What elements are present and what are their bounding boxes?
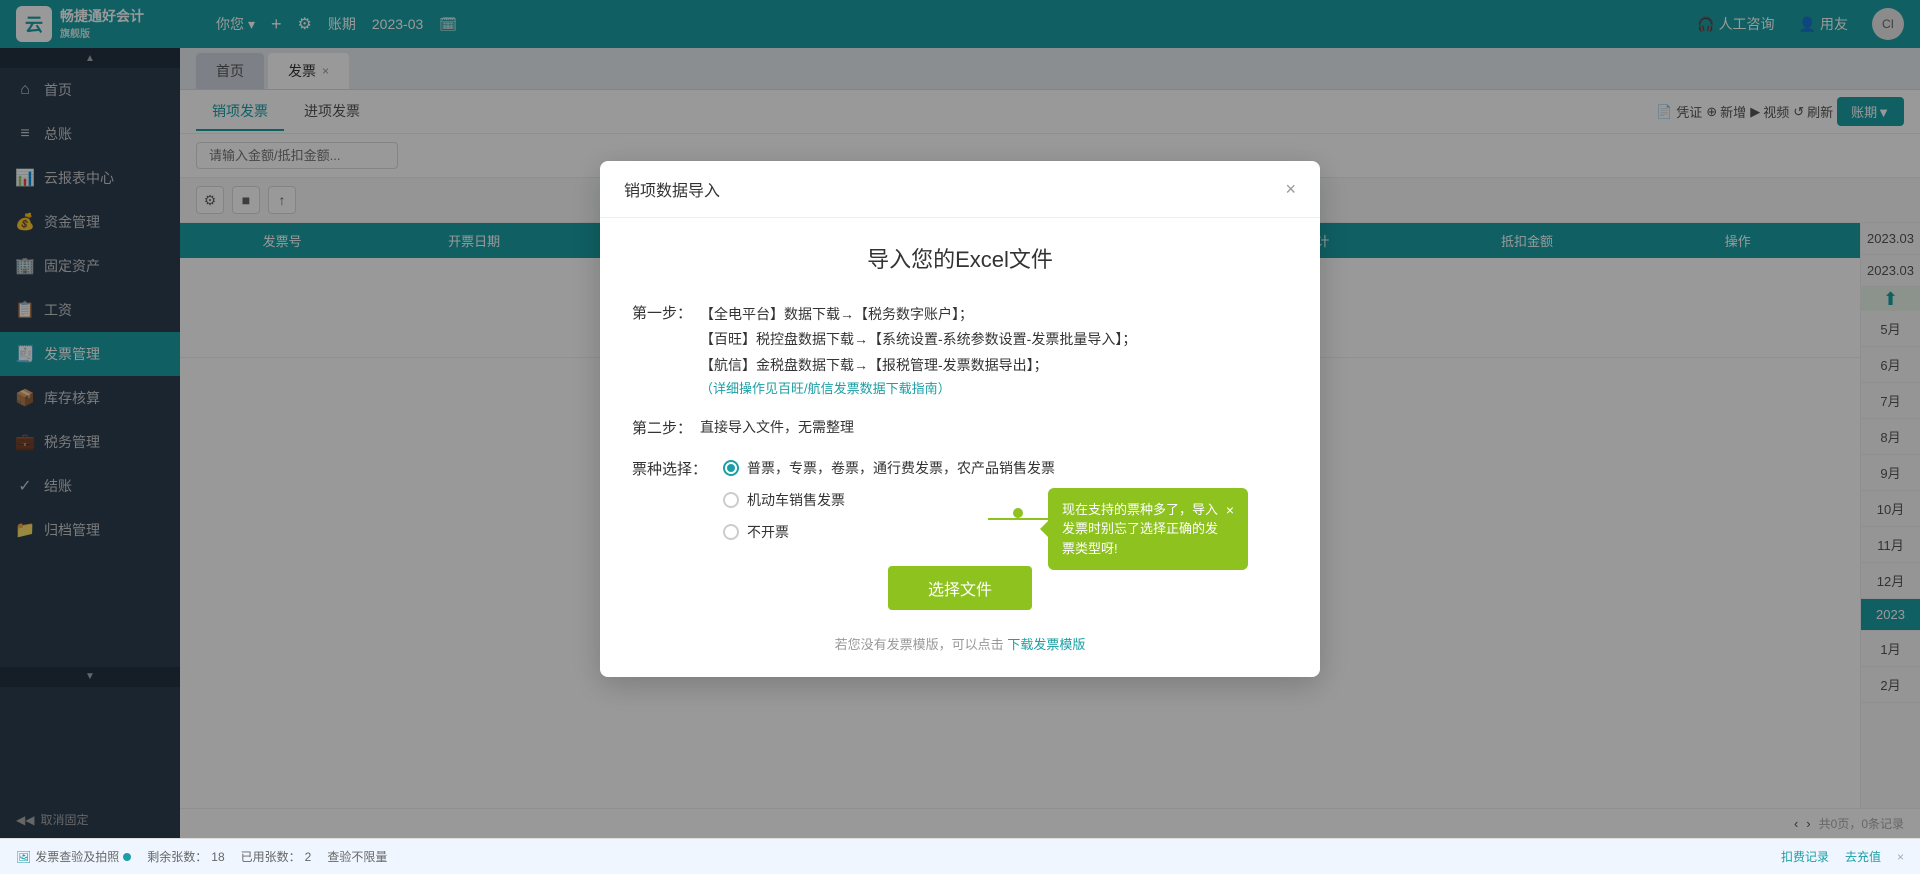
step2-section: 第二步： 直接导入文件，无需整理 [632, 417, 1288, 438]
limit-label: 查验不限量 [327, 848, 387, 865]
modal-close-btn[interactable]: × [1285, 179, 1296, 200]
step2-text: 直接导入文件，无需整理 [700, 417, 854, 437]
radio-normal-label: 普票，专票，卷票，通行费发票，农产品销售发票 [747, 458, 1055, 478]
radio-normal-circle [723, 460, 739, 476]
select-file-btn[interactable]: 选择文件 [888, 566, 1032, 610]
modal-footer: 若您没有发票模版，可以点击 下载发票模版 [632, 634, 1288, 653]
radio-motor-label: 机动车销售发票 [747, 490, 845, 510]
tooltip-line [988, 508, 1048, 520]
modal-main-title: 导入您的Excel文件 [632, 242, 1288, 274]
remaining-value: 18 [211, 850, 224, 864]
download-template-link[interactable]: 下载发票模版 [1007, 637, 1085, 652]
tooltip-dot [1013, 508, 1023, 518]
invoice-check-item: 🖼 发票查验及拍照 [16, 848, 131, 865]
ticket-section: 票种选择： 普票，专票，卷票，通行费发票，农产品销售发票 机动车销售发票 [632, 458, 1288, 542]
step2-label: 第二步： [632, 417, 692, 438]
step1-content: 【全电平台】数据下载→【税务数字账户】； 【百旺】税控盘数据下载→【系统设置-系… [700, 302, 1136, 397]
modal-dialog: 销项数据导入 × 导入您的Excel文件 第一步： 【全电平台】数据下载→【税务… [600, 161, 1320, 677]
limit-item: 查验不限量 [327, 848, 387, 865]
recharge-record-link[interactable]: 扣费记录 [1781, 848, 1829, 865]
radio-none-label: 不开票 [747, 522, 789, 542]
used-item: 已用张数： 2 [241, 848, 312, 865]
step1-line2: 【百旺】税控盘数据下载→【系统设置-系统参数设置-发票批量导入】； [700, 327, 1136, 352]
modal-title: 销项数据导入 [624, 177, 720, 201]
tooltip-bubble: × 现在支持的票种多了，导入发票时别忘了选择正确的发票类型呀! [1048, 488, 1248, 571]
statusbar-close-icon[interactable]: × [1897, 850, 1904, 864]
footer-text: 若您没有发票模版，可以点击 [835, 637, 1004, 652]
step1-section: 第一步： 【全电平台】数据下载→【税务数字账户】； 【百旺】税控盘数据下载→【系… [632, 302, 1288, 397]
used-label: 已用张数： [241, 848, 301, 865]
step1-guide-link[interactable]: （详细操作见百旺/航信发票数据下载指南） [700, 381, 951, 396]
recharge-btn[interactable]: 去充值 [1845, 848, 1881, 865]
modal-overlay[interactable]: 销项数据导入 × 导入您的Excel文件 第一步： 【全电平台】数据下载→【税务… [0, 0, 1920, 838]
tooltip-text: 现在支持的票种多了，导入发票时别忘了选择正确的发票类型呀! [1062, 502, 1218, 556]
invoice-check-icon: 🖼 [16, 850, 31, 864]
modal-body: 导入您的Excel文件 第一步： 【全电平台】数据下载→【税务数字账户】； 【百… [600, 218, 1320, 677]
invoice-check-label: 发票查验及拍照 [35, 848, 119, 865]
radio-none-circle [723, 524, 739, 540]
step1-label: 第一步： [632, 302, 692, 323]
tooltip-close-btn[interactable]: × [1226, 500, 1234, 521]
modal-header: 销项数据导入 × [600, 161, 1320, 218]
step1-line1: 【全电平台】数据下载→【税务数字账户】； [700, 302, 1136, 327]
radio-motor-circle [723, 492, 739, 508]
ticket-label: 票种选择： [632, 458, 707, 479]
used-value: 2 [305, 850, 312, 864]
tooltip-container: × 现在支持的票种多了，导入发票时别忘了选择正确的发票类型呀! [988, 488, 1248, 571]
tooltip-connector [988, 518, 1048, 520]
statusbar: 🖼 发票查验及拍照 剩余张数： 18 已用张数： 2 查验不限量 扣费记录 去充… [0, 838, 1920, 874]
radio-normal[interactable]: 普票，专票，卷票，通行费发票，农产品销售发票 [723, 458, 1055, 478]
remaining-label: 剩余张数： [147, 848, 207, 865]
step1-line3: 【航信】金税盘数据下载→【报税管理-发票数据导出】； [700, 353, 1136, 378]
dot-badge [123, 853, 131, 861]
remaining-item: 剩余张数： 18 [147, 848, 224, 865]
